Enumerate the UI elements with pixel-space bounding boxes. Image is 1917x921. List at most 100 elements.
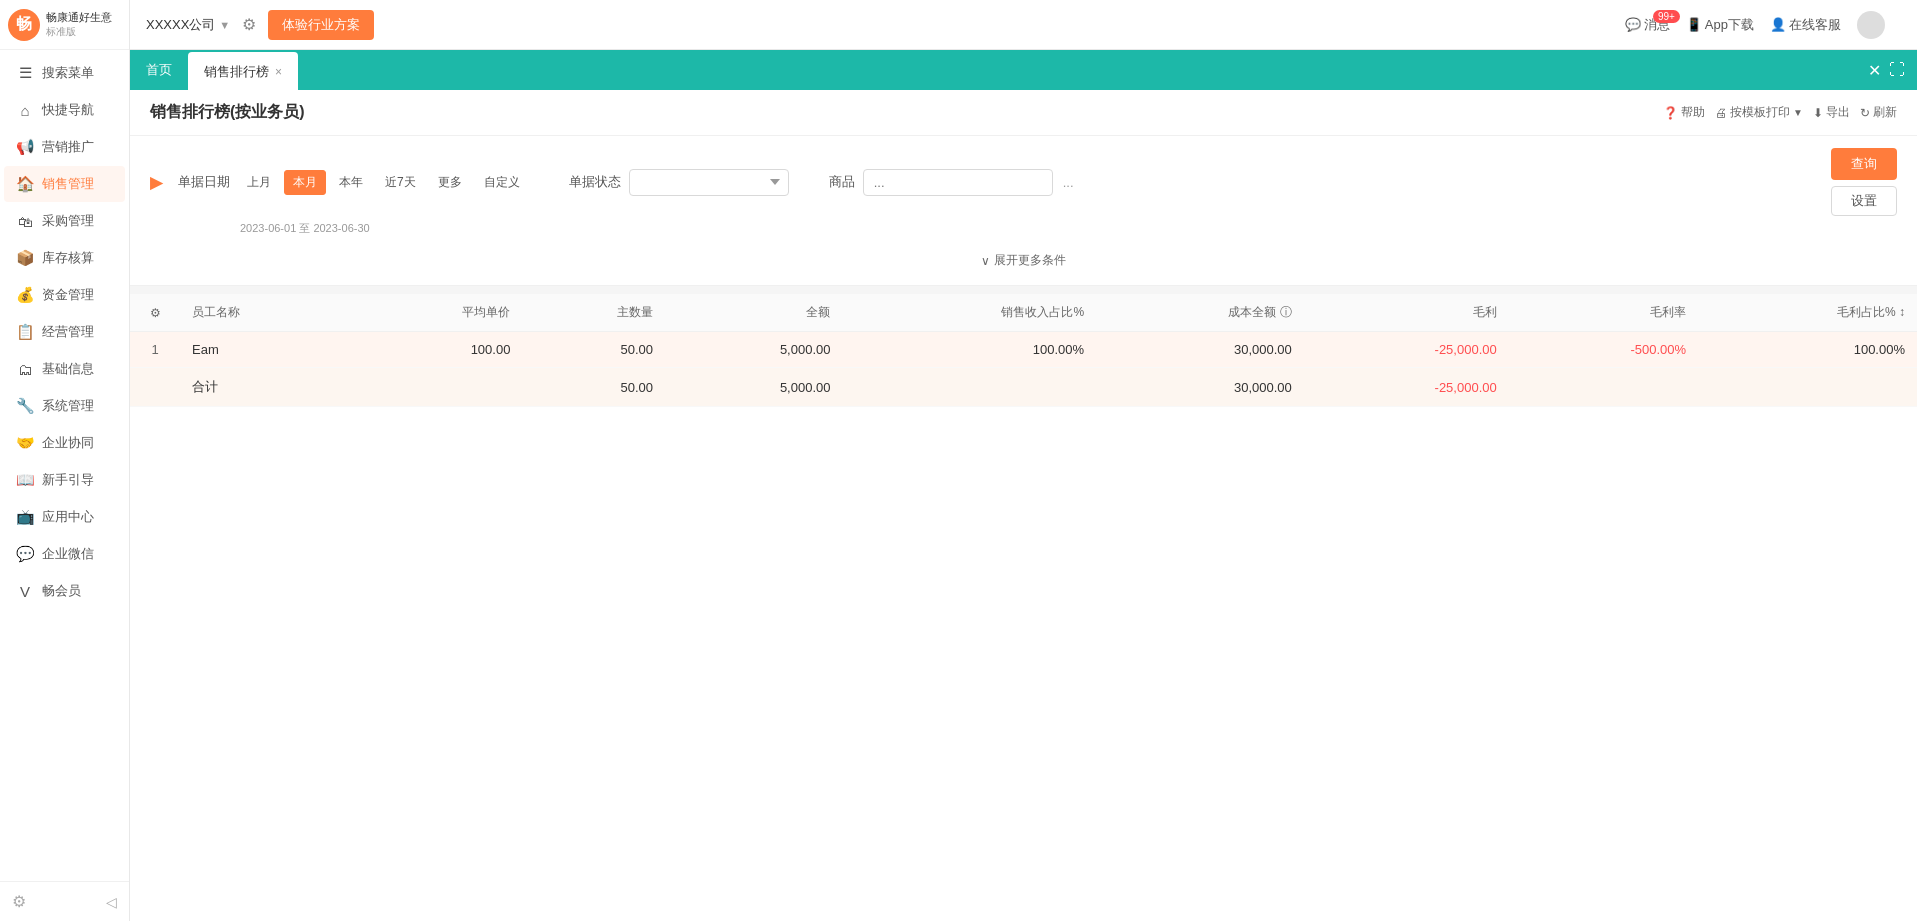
date-btn-更多[interactable]: 更多 [429,170,471,195]
sidebar-item-basic[interactable]: 🗂基础信息 [4,351,125,387]
date-btn-近7天[interactable]: 近7天 [376,170,425,195]
cell-cost: 30,000.00 [1096,332,1304,368]
filter-collapse-arrow[interactable]: ▶ [150,173,162,192]
sidebar-item-wechat[interactable]: 💬企业微信 [4,536,125,572]
footer-cell-cost: 30,000.00 [1096,368,1304,407]
expand-more-row: ∨ 展开更多条件 [150,240,1897,273]
sidebar-item-enterprise[interactable]: 🤝企业协同 [4,425,125,461]
cell-gross_rate: -500.00% [1509,332,1698,368]
date-btn-本年[interactable]: 本年 [330,170,372,195]
sidebar-icon-sales: 🏠 [16,175,34,193]
date-btn-上月[interactable]: 上月 [238,170,280,195]
help-button[interactable]: ❓ 帮助 [1663,104,1705,121]
company-name: XXXXX公司 [146,16,215,34]
topbar-right: 💬 消息 99+ 📱 App下载 👤 在线客服 [1625,11,1901,39]
export-button[interactable]: ⬇ 导出 [1813,104,1850,121]
filter-area: ▶ 单据日期 上月本月本年近7天更多自定义 单据状态 商品 [130,136,1917,286]
sidebar-icon-search: ☰ [16,64,34,82]
status-select[interactable] [629,169,789,196]
query-buttons: 查询 设置 [1831,148,1897,216]
sidebar-item-purchase[interactable]: 🛍采购管理 [4,203,125,239]
sidebar-collapse-icon[interactable]: ◁ [106,894,117,910]
footer-cell-amount: 5,000.00 [665,368,842,407]
sidebar-icon-guide: 📖 [16,471,34,489]
message-icon: 💬 [1625,17,1641,32]
sidebar-label-guide: 新手引导 [42,471,94,489]
sidebar-icon-marketing: 📢 [16,138,34,156]
tabbar-actions: ✕ ⛶ [1868,61,1917,80]
topbar-settings-icon[interactable]: ⚙ [242,15,256,34]
sidebar-label-apps: 应用中心 [42,508,94,526]
company-dropdown-icon[interactable]: ▼ [219,19,230,31]
footer-cell-index [130,368,180,407]
trial-button[interactable]: 体验行业方案 [268,10,374,40]
sidebar-icon-apps: 📺 [16,508,34,526]
filter-settings-button[interactable]: 设置 [1831,186,1897,216]
sidebar-item-guide[interactable]: 📖 新手引导 [4,462,125,498]
table-row: 1Eam100.0050.005,000.00100.00%30,000.00-… [130,332,1917,368]
col-header-index: ⚙ [130,294,180,332]
service-label: 在线客服 [1789,16,1841,34]
goods-more-icon[interactable]: ... [1063,175,1074,190]
sidebar-logo: 畅 畅康通好生意 标准版 [0,0,129,50]
footer-cell-gross: -25,000.00 [1304,368,1509,407]
logo-sub: 标准版 [46,25,112,39]
sidebar-label-member: 畅会员 [42,582,81,600]
tabbar-expand-button[interactable]: ⛶ [1889,61,1905,80]
date-range-text: 2023-06-01 至 2023-06-30 [240,222,370,234]
footer-cell-gross_rate [1509,368,1698,407]
sidebar-label-enterprise: 企业协同 [42,434,94,452]
message-button[interactable]: 💬 消息 99+ [1625,16,1670,34]
expand-more-button[interactable]: ∨ 展开更多条件 [973,248,1074,273]
cell-qty: 50.00 [522,332,665,368]
page-actions: ❓ 帮助 🖨 按模板打印 ▼ ⬇ 导出 ↻ 刷新 [1663,104,1897,121]
date-btn-自定义[interactable]: 自定义 [475,170,529,195]
sidebar-label-marketing: 营销推广 [42,138,94,156]
col-header-cost: 成本全额 ⓘ [1096,294,1304,332]
sidebar-settings-icon[interactable]: ⚙ [12,892,26,911]
sidebar-item-sales[interactable]: 🏠销售管理 [4,166,125,202]
goods-input[interactable] [863,169,1053,196]
company-selector[interactable]: XXXXX公司 ▼ [146,16,230,34]
sidebar-item-member[interactable]: V畅会员 [4,573,125,609]
goods-filter-label: 商品 [829,173,855,191]
sidebar-item-search[interactable]: ☰ 搜索菜单 [4,55,125,91]
table-footer: 合计50.005,000.0030,000.00-25,000.00 [130,368,1917,407]
sidebar-icon-operations: 📋 [16,323,34,341]
query-button[interactable]: 查询 [1831,148,1897,180]
sidebar-label-wechat: 企业微信 [42,545,94,563]
sidebar-icon-purchase: 🛍 [16,213,34,230]
sidebar-label-operations: 经营管理 [42,323,94,341]
print-button[interactable]: 🖨 按模板打印 ▼ [1715,104,1803,121]
page-header: 销售排行榜(按业务员) ❓ 帮助 🖨 按模板打印 ▼ ⬇ 导出 ↻ 刷新 [130,90,1917,136]
sidebar-item-marketing[interactable]: 📢 营销推广 [4,129,125,165]
online-service-button[interactable]: 👤 在线客服 [1770,16,1841,34]
export-icon: ⬇ [1813,106,1823,120]
sidebar-item-apps[interactable]: 📺 应用中心 [4,499,125,535]
tabbar-close-button[interactable]: ✕ [1868,61,1881,80]
app-download-button[interactable]: 📱 App下载 [1686,16,1754,34]
main-area: XXXXX公司 ▼ ⚙ 体验行业方案 💬 消息 99+ 📱 App下载 👤 在线… [130,0,1917,921]
app-label: App下载 [1705,16,1754,34]
refresh-button[interactable]: ↻ 刷新 [1860,104,1897,121]
sidebar-label-shortcut: 快捷导航 [42,101,94,119]
expand-down-icon: ∨ [981,254,990,268]
sidebar-nav: ☰ 搜索菜单 ⌂快捷导航 📢 营销推广 🏠销售管理🛍采购管理📦库存核算💰资金管理 📋 经营管理… [0,50,129,881]
tab-home[interactable]: 首页 [130,50,188,90]
tab-close-icon[interactable]: × [275,65,282,79]
refresh-icon: ↻ [1860,106,1870,120]
date-btn-本月[interactable]: 本月 [284,170,326,195]
tab-sales-ranking[interactable]: 销售排行榜 × [188,52,298,92]
footer-cell-gross_pct [1698,368,1917,407]
date-range-display: 2023-06-01 至 2023-06-30 [240,220,1897,236]
sidebar-item-operations[interactable]: 📋 经营管理 [4,314,125,350]
sidebar-item-shortcut[interactable]: ⌂快捷导航 [4,92,125,128]
sidebar-item-system[interactable]: 🔧系统管理 [4,388,125,424]
logo-icon: 畅 [8,9,40,41]
col-header-sales_pct: 销售收入占比% [842,294,1096,332]
avatar[interactable] [1857,11,1885,39]
sidebar-label-search: 搜索菜单 [42,64,94,82]
sidebar-item-funds[interactable]: 💰资金管理 [4,277,125,313]
sidebar-icon-system: 🔧 [16,397,34,415]
sidebar-item-inventory[interactable]: 📦库存核算 [4,240,125,276]
